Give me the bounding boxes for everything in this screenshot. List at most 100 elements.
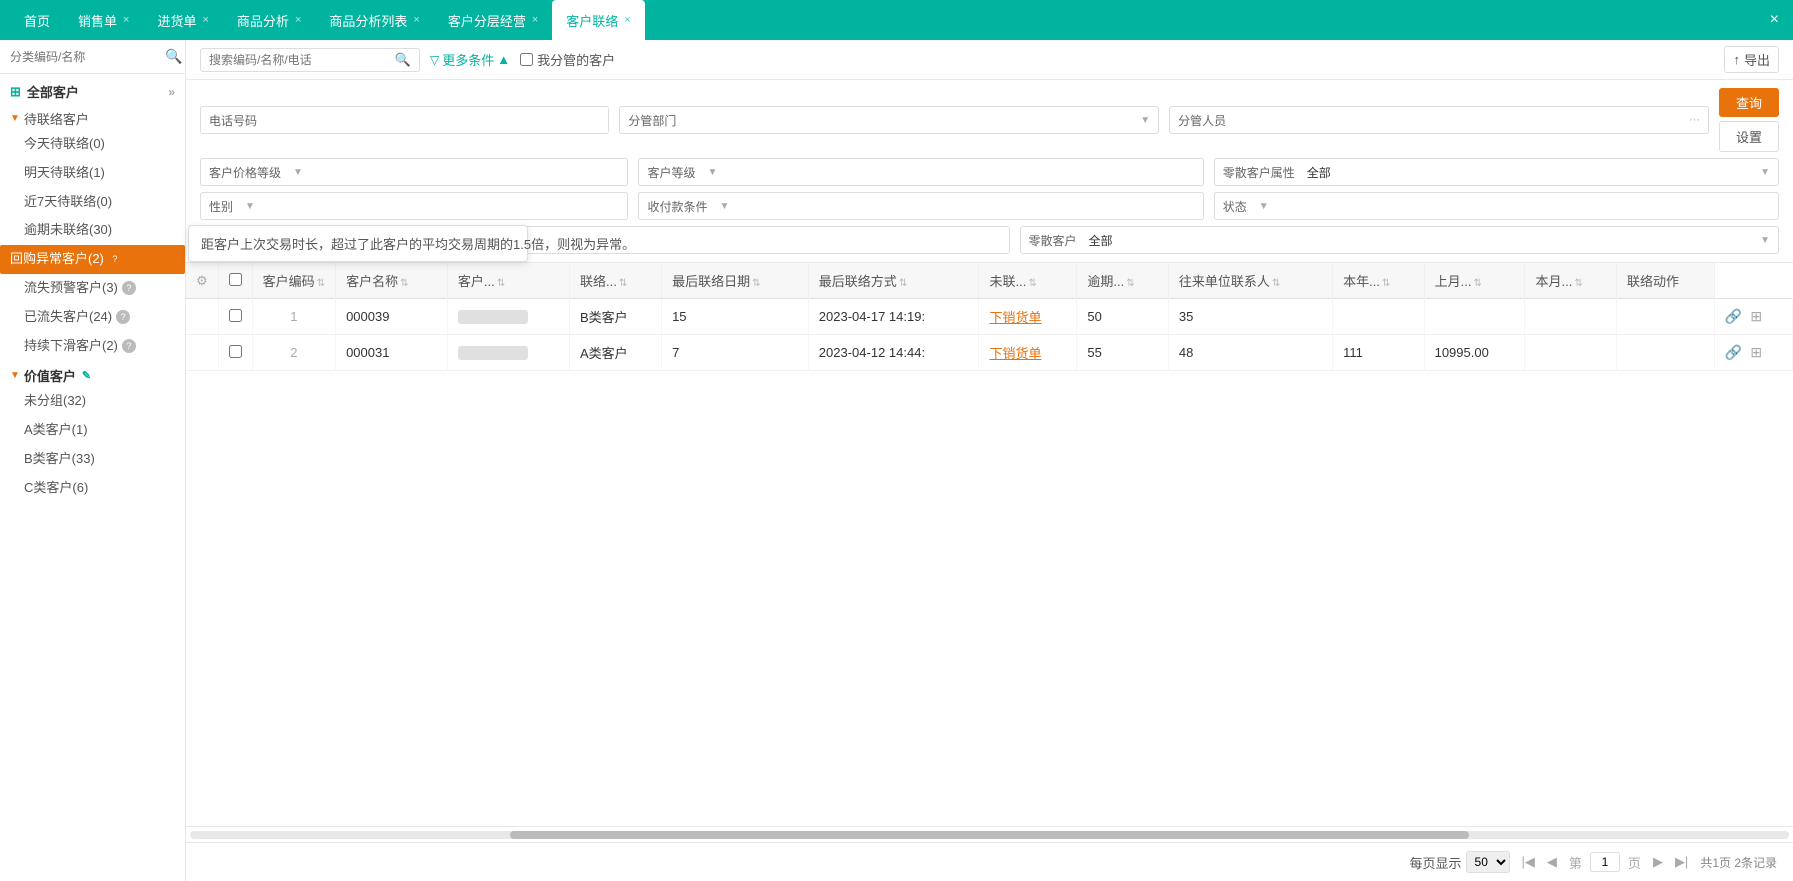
row-grid-icon[interactable]: ⊞ bbox=[1750, 308, 1762, 325]
lost-help-icon[interactable]: ? bbox=[116, 310, 130, 324]
row-checkbox[interactable] bbox=[229, 309, 242, 322]
close-sales-icon[interactable]: × bbox=[123, 14, 129, 26]
select-all-checkbox[interactable] bbox=[229, 273, 242, 286]
department-field[interactable]: 分管部门 ▼ bbox=[619, 106, 1159, 134]
lost-pre-help-icon[interactable]: ? bbox=[122, 281, 136, 295]
action-buttons: 查询 设置 bbox=[1719, 88, 1779, 152]
row-name bbox=[447, 299, 569, 335]
row-overdue: 35 bbox=[1168, 299, 1332, 335]
close-customer-layer-icon[interactable]: × bbox=[532, 14, 538, 26]
value-group-title[interactable]: ▼ 价值客户 ✎ bbox=[0, 360, 185, 387]
prev-page-button[interactable]: ◀ bbox=[1543, 853, 1561, 871]
nav-purchase[interactable]: 进货单 × bbox=[143, 0, 222, 40]
nav-goods-analysis[interactable]: 商品分析 × bbox=[223, 0, 315, 40]
sidebar-item-c-class[interactable]: C类客户(6) bbox=[0, 474, 185, 503]
col-code: 客户编码⇅ bbox=[252, 263, 335, 299]
row-checkbox[interactable] bbox=[229, 345, 242, 358]
my-customer-checkbox-area[interactable]: 我分管的客户 bbox=[520, 50, 615, 69]
window-close-button[interactable]: × bbox=[1770, 11, 1779, 29]
per-page-select[interactable]: 50 bbox=[1466, 851, 1510, 873]
sidebar-item-a-class[interactable]: A类客户(1) bbox=[0, 416, 185, 445]
row-current-year: 10995.00 bbox=[1424, 335, 1525, 371]
row-last-month bbox=[1525, 299, 1617, 335]
sidebar-search-box: 🔍 bbox=[0, 40, 185, 74]
filter-search-input[interactable] bbox=[209, 53, 395, 67]
row-level: A类客户 bbox=[569, 335, 661, 371]
row-contact-count: 7 bbox=[662, 335, 809, 371]
nav-home[interactable]: 首页 bbox=[10, 0, 64, 40]
row-checkbox-cell[interactable] bbox=[218, 335, 252, 371]
nav-customer-contact[interactable]: 客户联络 × bbox=[552, 0, 644, 40]
retail-attr-field[interactable]: 零散客户属性 全部 ▼ bbox=[1214, 158, 1779, 186]
close-purchase-icon[interactable]: × bbox=[202, 14, 208, 26]
tooltip-box: 距客户上次交易时长，超过了此客户的平均交易周期的1.5倍，则视为异常。 bbox=[188, 225, 528, 262]
manager-field[interactable]: 分管人员 ··· bbox=[1169, 106, 1709, 134]
sidebar-search-icon[interactable]: 🔍 bbox=[165, 48, 182, 65]
sidebar-item-ungroup[interactable]: 未分组(32) bbox=[0, 387, 185, 416]
anomaly-help-icon[interactable]: ? bbox=[108, 253, 122, 267]
col-last-month: 上月...⇅ bbox=[1424, 263, 1525, 299]
nav-goods-list[interactable]: 商品分析列表 × bbox=[315, 0, 433, 40]
next-page-button[interactable]: ▶ bbox=[1649, 853, 1667, 871]
phone-field[interactable]: 电话号码 bbox=[200, 106, 609, 134]
sidebar-item-tomorrow-pending[interactable]: 明天待联络(1) bbox=[0, 159, 185, 188]
value-edit-icon[interactable]: ✎ bbox=[82, 369, 91, 382]
row-checkbox-cell[interactable] bbox=[218, 299, 252, 335]
close-goods-list-icon[interactable]: × bbox=[413, 14, 419, 26]
close-customer-contact-icon[interactable]: × bbox=[624, 14, 630, 26]
row-action: 🔗 ⊞ bbox=[1714, 335, 1792, 371]
row-grid-icon[interactable]: ⊞ bbox=[1750, 344, 1762, 361]
sidebar-item-lost[interactable]: 已流失客户(24) ? bbox=[0, 303, 185, 332]
gender-dropdown-icon: ▼ bbox=[245, 201, 255, 212]
sidebar-item-b-class[interactable]: B类客户(33) bbox=[0, 445, 185, 474]
col-checkbox bbox=[218, 263, 252, 299]
col-settings[interactable]: ⚙ bbox=[186, 263, 218, 299]
sidebar-item-declining[interactable]: 持续下滑客户(2) ? bbox=[0, 332, 185, 361]
last-page-button[interactable]: ▶| bbox=[1671, 853, 1692, 871]
sidebar: 🔍 ⊞ 全部客户 » ▼ 待联络客户 今天待联络(0) 明天待联络(1) 近7天… bbox=[0, 40, 186, 881]
row-action: 🔗 ⊞ bbox=[1714, 299, 1792, 335]
pending-group-title[interactable]: ▼ 待联络客户 bbox=[0, 105, 185, 130]
row-settings-cell bbox=[186, 299, 218, 335]
table-row: 2 000031 A类客户 7 2023-04-12 14:44: 下销货单 5… bbox=[186, 335, 1793, 371]
row-last-month bbox=[1525, 335, 1617, 371]
page-number-input[interactable] bbox=[1590, 852, 1620, 872]
sidebar-item-anomaly[interactable]: 回购异常客户(2) ? bbox=[0, 245, 185, 274]
horizontal-scrollbar[interactable] bbox=[190, 831, 1789, 839]
filter-search-icon[interactable]: 🔍 bbox=[395, 52, 411, 68]
retail-customer-field[interactable]: 零散客户 全部 ▼ bbox=[1020, 226, 1780, 254]
row-link-icon[interactable]: 🔗 bbox=[1725, 344, 1742, 361]
more-conditions-button[interactable]: ▽ 更多条件 ▲ bbox=[430, 50, 510, 69]
customer-level-field[interactable]: 客户等级 ▼ bbox=[638, 158, 1203, 186]
row-last-method[interactable]: 下销货单 bbox=[979, 299, 1077, 335]
all-customers-title[interactable]: ⊞ 全部客户 » bbox=[0, 74, 185, 105]
export-button[interactable]: ↑ 导出 bbox=[1724, 46, 1779, 73]
settings-button[interactable]: 设置 bbox=[1719, 121, 1779, 152]
filter-row-2: 客户价格等级 ▼ 客户等级 ▼ 零散客户属性 全部 ▼ bbox=[200, 158, 1779, 186]
first-page-button[interactable]: |◀ bbox=[1518, 853, 1539, 871]
declining-help-icon[interactable]: ? bbox=[122, 339, 136, 353]
retail-attr-dropdown-icon: ▼ bbox=[1760, 167, 1770, 178]
close-goods-analysis-icon[interactable]: × bbox=[295, 14, 301, 26]
query-button[interactable]: 查询 bbox=[1719, 88, 1779, 117]
nav-sales[interactable]: 销售单 × bbox=[64, 0, 143, 40]
horizontal-scrollbar-thumb[interactable] bbox=[510, 831, 1469, 839]
row-uncontacted: 50 bbox=[1077, 299, 1169, 335]
sidebar-collapse-btn[interactable]: » bbox=[168, 85, 175, 99]
row-link-icon[interactable]: 🔗 bbox=[1725, 308, 1742, 325]
sidebar-search-input[interactable] bbox=[10, 50, 165, 64]
status-field[interactable]: 状态 ▼ bbox=[1214, 192, 1779, 220]
horizontal-scroll-area bbox=[186, 826, 1793, 842]
sidebar-item-overdue-pending[interactable]: 逾期未联络(30) bbox=[0, 216, 185, 245]
payment-field[interactable]: 收付款条件 ▼ bbox=[638, 192, 1203, 220]
gender-field[interactable]: 性别 ▼ bbox=[200, 192, 628, 220]
col-action: 联络动作 bbox=[1617, 263, 1715, 299]
price-level-field[interactable]: 客户价格等级 ▼ bbox=[200, 158, 628, 186]
row-last-method[interactable]: 下销货单 bbox=[979, 335, 1077, 371]
sidebar-item-week-pending[interactable]: 近7天待联络(0) bbox=[0, 188, 185, 217]
nav-customer-layer[interactable]: 客户分层经营 × bbox=[434, 0, 552, 40]
sidebar-item-lost-pre[interactable]: 流失预警客户(3) ? bbox=[0, 274, 185, 303]
sidebar-item-today-pending[interactable]: 今天待联络(0) bbox=[0, 130, 185, 159]
manager-more-icon[interactable]: ··· bbox=[1689, 114, 1700, 126]
my-customer-checkbox[interactable] bbox=[520, 53, 533, 66]
